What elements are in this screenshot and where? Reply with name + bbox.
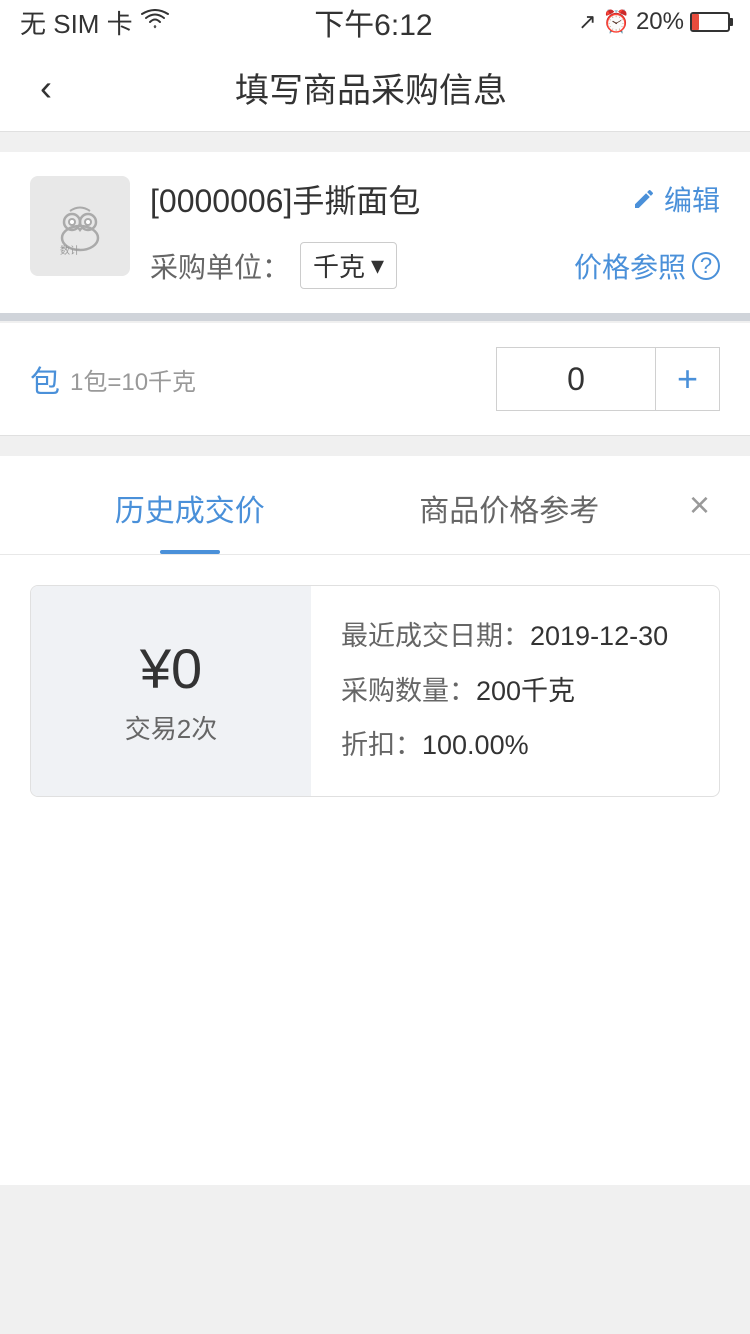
- quantity-label: 包 1包=10千克: [30, 357, 196, 401]
- recent-date-row: 最近成交日期：2019-12-30: [341, 616, 689, 657]
- battery-icon: [690, 12, 730, 32]
- tabs-section: 历史成交价 商品价格参考 × ¥0 交易2次 最近成交日期：2019-12-30…: [0, 456, 750, 1185]
- location-icon: ↗: [578, 9, 596, 35]
- tabs-header: 历史成交价 商品价格参考 ×: [0, 456, 750, 555]
- trade-price-section: ¥0 交易2次: [31, 586, 311, 796]
- trade-card: ¥0 交易2次 最近成交日期：2019-12-30 采购数量：200千克 折扣：…: [30, 585, 720, 797]
- header: ‹ 填写商品采购信息: [0, 44, 750, 132]
- unit-label: 采购单位： 千克 ▾: [150, 242, 397, 289]
- trade-price-value: ¥0: [140, 636, 202, 701]
- quantity-section: 包 1包=10千克 +: [0, 323, 750, 436]
- recent-date-value: 2019-12-30: [530, 621, 668, 651]
- trade-info-section: 最近成交日期：2019-12-30 采购数量：200千克 折扣：100.00%: [311, 586, 719, 796]
- status-right: ↗ ⏰ 20%: [578, 8, 730, 36]
- back-button[interactable]: ‹: [30, 57, 62, 119]
- unit-conversion: 1包=10千克: [70, 362, 196, 397]
- quantity-input[interactable]: [496, 347, 656, 411]
- wifi-icon: [141, 7, 169, 38]
- svg-text:数计: 数计: [60, 244, 80, 256]
- discount-row: 折扣：100.00%: [341, 725, 689, 766]
- page-title: 填写商品采购信息: [72, 63, 670, 112]
- time-display: 下午6:12: [314, 0, 432, 44]
- price-reference-button[interactable]: 价格参照 ?: [574, 246, 720, 286]
- product-image: 数计: [30, 176, 130, 276]
- battery-percent: 20%: [636, 8, 684, 36]
- edit-button[interactable]: 编辑: [632, 179, 720, 219]
- product-card: 数计 [0000006]手撕面包 编辑 采购单位： 千克: [0, 152, 750, 313]
- purchase-quantity-row: 采购数量：200千克: [341, 671, 689, 712]
- status-left: 无 SIM 卡: [20, 4, 169, 41]
- discount-value: 100.00%: [422, 730, 529, 760]
- divider: [0, 313, 750, 321]
- product-details: [0000006]手撕面包 编辑 采购单位： 千克 ▾: [150, 176, 720, 289]
- unit-select[interactable]: 千克 ▾: [300, 242, 397, 289]
- tab-content-area: ¥0 交易2次 最近成交日期：2019-12-30 采购数量：200千克 折扣：…: [0, 585, 750, 1185]
- carrier-text: 无 SIM 卡: [20, 4, 133, 41]
- quantity-plus-button[interactable]: +: [656, 347, 720, 411]
- status-bar: 无 SIM 卡 下午6:12 ↗ ⏰ 20%: [0, 0, 750, 44]
- tabs-close-button[interactable]: ×: [679, 474, 720, 536]
- tab-history-price[interactable]: 历史成交价: [30, 456, 349, 554]
- tab-price-reference[interactable]: 商品价格参考: [349, 456, 668, 554]
- trade-count: 交易2次: [125, 709, 217, 746]
- alarm-icon: ⏰: [603, 9, 630, 35]
- purchase-quantity-value: 200千克: [476, 676, 575, 706]
- product-name: [0000006]手撕面包: [150, 176, 420, 222]
- quantity-controls: +: [496, 347, 720, 411]
- help-icon: ?: [692, 252, 720, 280]
- chevron-down-icon: ▾: [371, 250, 384, 281]
